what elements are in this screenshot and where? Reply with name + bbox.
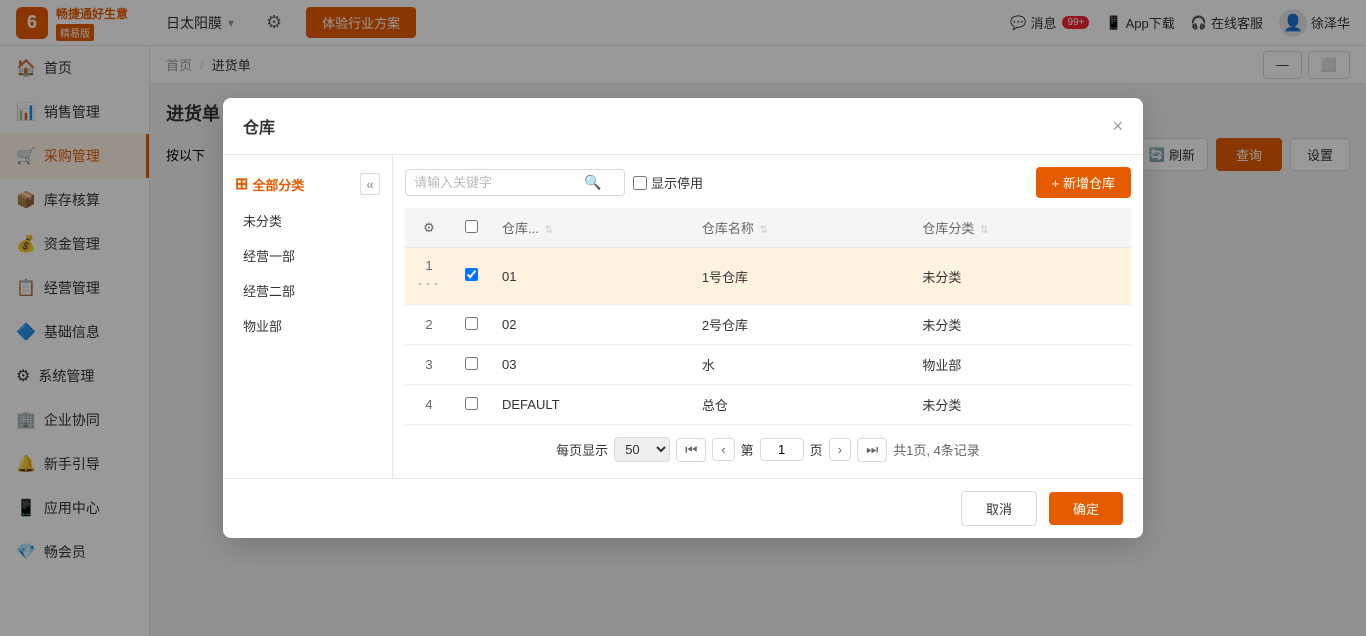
sort-icon-code[interactable]: ⇅	[544, 225, 552, 236]
table-panel: 🔍 显示停用 + 新增仓库 ⚙	[393, 155, 1143, 478]
cat-item-0[interactable]: 未分类	[223, 203, 392, 238]
category-all[interactable]: ⊞ 全部分类 «	[223, 165, 392, 203]
per-page-select[interactable]: 102050100	[614, 437, 670, 462]
row-category: 未分类	[910, 305, 1131, 345]
page-next-btn[interactable]: ›	[829, 438, 851, 461]
right-toolbar: 🔍 显示停用 + 新增仓库	[405, 167, 1131, 198]
sort-icon-name[interactable]: ⇅	[759, 225, 767, 236]
row-name: 2号仓库	[690, 305, 911, 345]
table-row[interactable]: 1··· 01 1号仓库 未分类	[405, 248, 1131, 305]
row-cb	[453, 385, 490, 425]
table-row[interactable]: 2 02 2号仓库 未分类	[405, 305, 1131, 345]
row-code: 01	[490, 248, 690, 305]
pagination: 每页显示 102050100 ⏮ ‹ 第 页 › ⏭ 共1页, 4条记录	[405, 425, 1131, 466]
row-checkbox-2[interactable]	[465, 357, 478, 370]
search-input[interactable]	[414, 175, 584, 190]
row-checkbox-3[interactable]	[465, 397, 478, 410]
select-all-checkbox[interactable]	[465, 220, 478, 233]
row-name: 水	[690, 345, 911, 385]
row-code: DEFAULT	[490, 385, 690, 425]
page-first-btn[interactable]: ⏮	[676, 438, 706, 462]
more-btn[interactable]: ···	[417, 273, 441, 294]
category-panel: ⊞ 全部分类 « 未分类 经营一部 经营二部 物业部	[223, 155, 393, 478]
cat-item-2[interactable]: 经营二部	[223, 273, 392, 308]
row-code: 03	[490, 345, 690, 385]
page-last-btn[interactable]: ⏭	[857, 438, 887, 462]
collapse-btn[interactable]: «	[360, 173, 380, 195]
row-num: 2	[405, 305, 453, 345]
row-num: 4	[405, 385, 453, 425]
row-num: 1···	[405, 248, 453, 305]
dialog-close-btn[interactable]: ×	[1112, 116, 1123, 137]
th-checkbox	[453, 208, 490, 248]
page-number-input[interactable]	[760, 438, 804, 461]
dialog-body: ⊞ 全部分类 « 未分类 经营一部 经营二部 物业部 🔍	[223, 155, 1143, 478]
dialog-footer: 取消 确定	[223, 478, 1143, 538]
dialog: 仓库 × ⊞ 全部分类 « 未分类 经营一部 经营二部 物业部	[223, 98, 1143, 538]
row-category: 未分类	[910, 248, 1131, 305]
row-name: 总仓	[690, 385, 911, 425]
row-cb	[453, 345, 490, 385]
row-num: 3	[405, 345, 453, 385]
page-prev-btn[interactable]: ‹	[712, 438, 734, 461]
cat-item-1[interactable]: 经营一部	[223, 238, 392, 273]
modal-overlay[interactable]: 仓库 × ⊞ 全部分类 « 未分类 经营一部 经营二部 物业部	[0, 0, 1366, 636]
th-name: 仓库名称 ⇅	[690, 208, 911, 248]
table-row[interactable]: 3 03 水 物业部	[405, 345, 1131, 385]
dialog-title: 仓库	[243, 114, 275, 138]
th-code: 仓库... ⇅	[490, 208, 690, 248]
table-header-row: ⚙ 仓库... ⇅ 仓库名称 ⇅	[405, 208, 1131, 248]
row-code: 02	[490, 305, 690, 345]
table-row[interactable]: 4 DEFAULT 总仓 未分类	[405, 385, 1131, 425]
sort-icon-cat[interactable]: ⇅	[980, 225, 988, 236]
add-warehouse-btn[interactable]: + 新增仓库	[1036, 167, 1131, 198]
show-disabled-label[interactable]: 显示停用	[633, 173, 703, 192]
cancel-btn[interactable]: 取消	[961, 491, 1037, 526]
page-info: 共1页, 4条记录	[893, 440, 980, 459]
row-checkbox-0[interactable]	[465, 268, 478, 281]
th-category: 仓库分类 ⇅	[910, 208, 1131, 248]
row-cb	[453, 305, 490, 345]
show-disabled-checkbox[interactable]	[633, 176, 647, 190]
row-checkbox-1[interactable]	[465, 317, 478, 330]
cat-item-3[interactable]: 物业部	[223, 308, 392, 343]
row-category: 未分类	[910, 385, 1131, 425]
row-category: 物业部	[910, 345, 1131, 385]
row-name: 1号仓库	[690, 248, 911, 305]
grid-icon: ⊞	[235, 174, 248, 194]
confirm-btn[interactable]: 确定	[1049, 492, 1123, 525]
row-cb	[453, 248, 490, 305]
th-gear[interactable]: ⚙	[405, 208, 453, 248]
search-box: 🔍	[405, 169, 625, 196]
dialog-header: 仓库 ×	[223, 98, 1143, 155]
warehouse-table: ⚙ 仓库... ⇅ 仓库名称 ⇅	[405, 208, 1131, 425]
table: ⚙ 仓库... ⇅ 仓库名称 ⇅	[405, 208, 1131, 425]
search-icon[interactable]: 🔍	[584, 174, 601, 191]
